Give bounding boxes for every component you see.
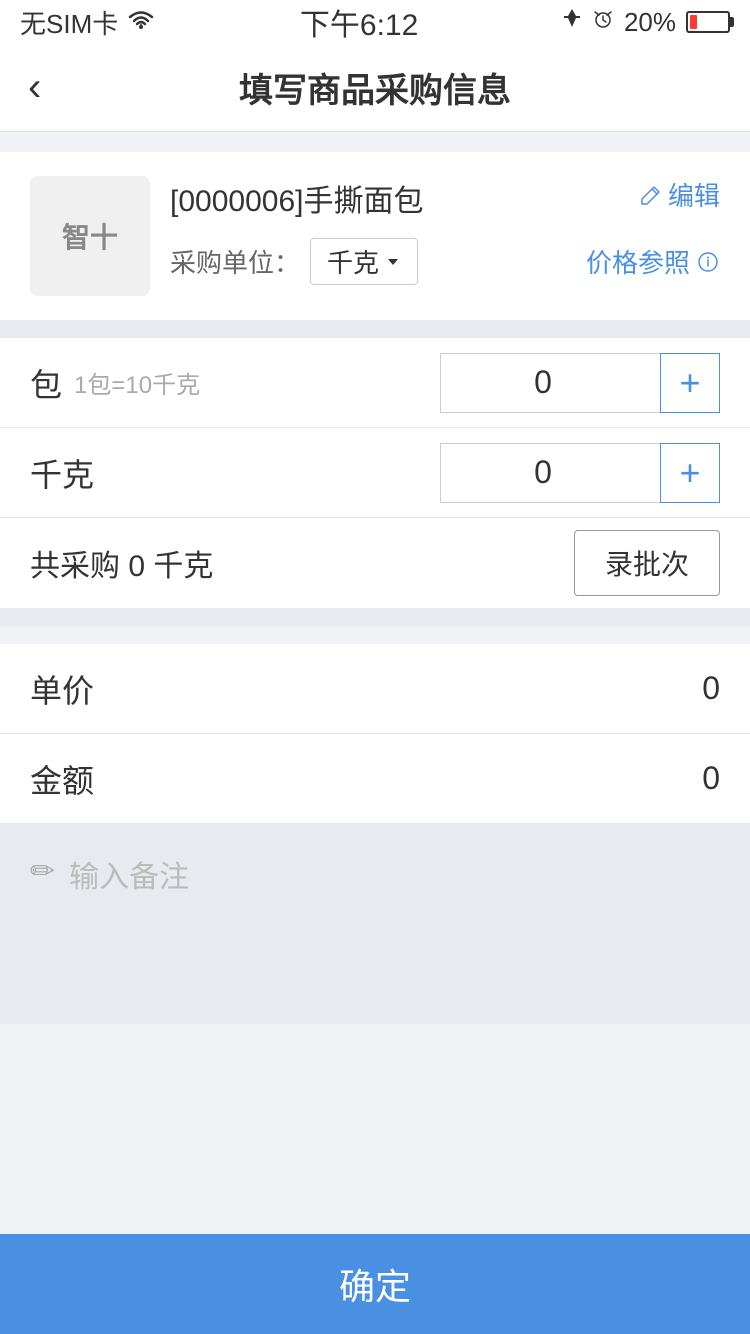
confirm-button[interactable]: 确定 <box>0 1234 750 1334</box>
price-ref-button[interactable]: 价格参照 <box>586 243 720 280</box>
unit-price-label: 单价 <box>30 666 94 712</box>
package-label-group: 包 1包=10千克 <box>30 360 200 406</box>
amount-label: 金额 <box>30 756 94 802</box>
price-ref-label: 价格参照 <box>586 243 690 280</box>
battery-icon <box>686 11 730 33</box>
status-time: 下午6:12 <box>300 0 418 44</box>
battery-percent: 20% <box>624 7 676 38</box>
unit-value: 千克 <box>327 243 379 280</box>
purchase-unit: 采购单位： 千克 <box>170 238 418 285</box>
unit-price-row: 单价 0 <box>0 644 750 734</box>
location-icon <box>562 7 582 38</box>
amount-value: 0 <box>702 760 720 797</box>
edit-button[interactable]: 编辑 <box>640 176 720 213</box>
divider-1 <box>0 320 750 338</box>
package-input-right: + <box>440 353 720 413</box>
price-section: 单价 0 金额 0 <box>0 644 750 824</box>
kg-label: 千克 <box>30 450 94 496</box>
summary-text: 共采购 0 千克 <box>30 541 213 585</box>
kg-label-group: 千克 <box>30 450 150 496</box>
status-right: 20% <box>562 7 730 38</box>
alarm-icon <box>592 7 614 38</box>
amount-row: 金额 0 <box>0 734 750 824</box>
product-card: 智十 [0000006]手撕面包 编辑 采购单位： 千克 <box>0 152 750 320</box>
status-bar: 无SIM卡 下午6:12 20% <box>0 0 750 44</box>
package-label: 包 <box>30 360 62 406</box>
carrier-label: 无SIM卡 <box>20 4 118 41</box>
purchase-unit-label: 采购单位： <box>170 243 300 280</box>
input-section: 包 1包=10千克 + 千克 + <box>0 338 750 518</box>
package-input-row: 包 1包=10千克 + <box>0 338 750 428</box>
status-left: 无SIM卡 <box>20 4 156 41</box>
package-hint: 1包=10千克 <box>74 365 200 400</box>
kg-input-right: + <box>440 443 720 503</box>
package-plus-button[interactable]: + <box>660 353 720 413</box>
note-section[interactable]: ✏ 输入备注 <box>0 824 750 1024</box>
divider-2 <box>0 608 750 626</box>
product-header: [0000006]手撕面包 编辑 <box>170 176 720 220</box>
wifi-icon <box>126 7 156 38</box>
page-title: 填写商品采购信息 <box>239 63 511 112</box>
pencil-icon: ✏ <box>30 854 55 889</box>
unit-select-button[interactable]: 千克 <box>310 238 418 285</box>
product-name: [0000006]手撕面包 <box>170 176 423 220</box>
summary-row: 共采购 0 千克 录批次 <box>0 518 750 608</box>
note-placeholder: 输入备注 <box>69 852 189 896</box>
batch-button[interactable]: 录批次 <box>574 530 720 596</box>
back-button[interactable]: ‹ <box>28 65 41 110</box>
nav-bar: ‹ 填写商品采购信息 <box>0 44 750 132</box>
product-logo-text: 智十 <box>62 216 118 256</box>
kg-plus-icon: + <box>679 452 700 494</box>
product-image: 智十 <box>30 176 150 296</box>
package-plus-icon: + <box>679 362 700 404</box>
kg-input-row: 千克 + <box>0 428 750 518</box>
product-meta: 采购单位： 千克 价格参照 <box>170 238 720 285</box>
edit-label: 编辑 <box>668 176 720 213</box>
kg-plus-button[interactable]: + <box>660 443 720 503</box>
product-info: [0000006]手撕面包 编辑 采购单位： 千克 价格 <box>170 176 720 285</box>
kg-qty-input[interactable] <box>440 443 660 503</box>
unit-price-value: 0 <box>702 670 720 707</box>
package-qty-input[interactable] <box>440 353 660 413</box>
